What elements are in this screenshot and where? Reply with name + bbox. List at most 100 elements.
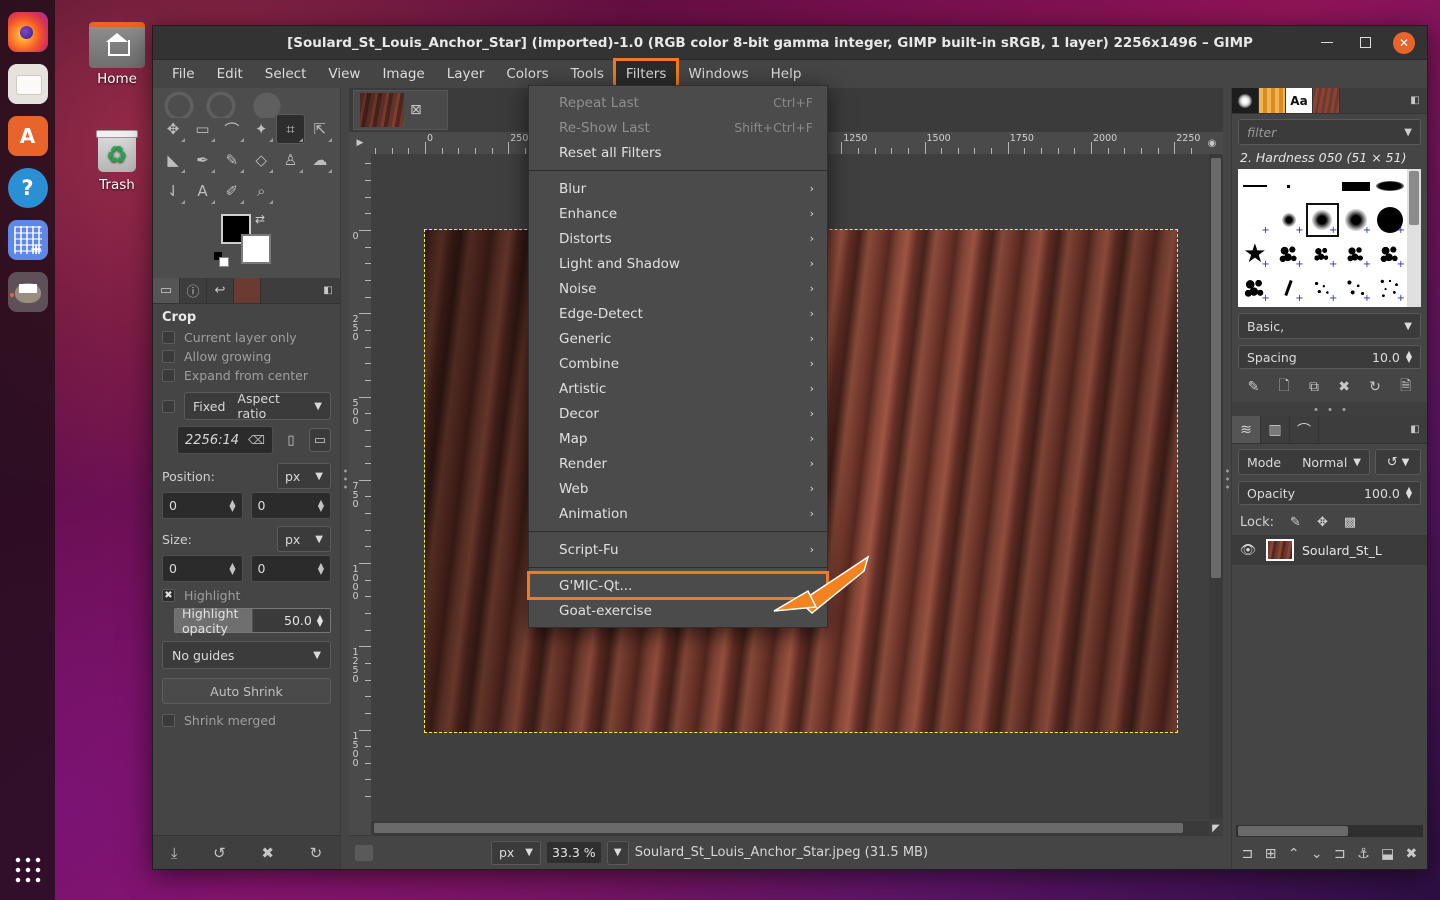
checkbox[interactable] bbox=[162, 369, 175, 382]
option-current-layer-only[interactable]: Current layer only bbox=[162, 330, 331, 345]
size-height-input[interactable]: 0 ▲ ▼ bbox=[250, 555, 331, 582]
menu-item-combine[interactable]: Combine › bbox=[529, 351, 827, 376]
ubuntu-dock[interactable] bbox=[0, 0, 55, 900]
dock-software-icon[interactable] bbox=[7, 116, 48, 156]
layer-lock-row[interactable]: Lock: ✎ ✥ ▩ bbox=[1240, 515, 1419, 530]
layers-dock-menu-icon[interactable]: ◧ bbox=[1403, 416, 1427, 443]
maximize-button[interactable] bbox=[1355, 33, 1375, 53]
menu-select[interactable]: Select bbox=[254, 60, 318, 88]
tool-grid[interactable]: ✥ ▭ ⌒ ✦ ⌗ ⇱ ◣ ✒ ✎ ◇ ♙ ☁ ⇃ A ✐ ⌕ bbox=[159, 114, 334, 206]
dock-separator[interactable] bbox=[1232, 402, 1427, 416]
brush-swatch[interactable]: + bbox=[1306, 237, 1340, 271]
layer-row[interactable]: 👁 Soulard_St_L bbox=[1232, 535, 1427, 565]
composite-mode-dropdown[interactable]: ↺ ▼ bbox=[1375, 449, 1421, 475]
menu-view[interactable]: View bbox=[317, 60, 371, 88]
duplicate-layer-icon[interactable]: ⊐ bbox=[1334, 846, 1346, 862]
size-unit-dropdown[interactable]: px ▼ bbox=[277, 526, 331, 552]
zoom-tool[interactable]: ⌕ bbox=[247, 176, 275, 206]
portrait-orientation-button[interactable]: ▯ bbox=[280, 428, 302, 452]
stepper-icon[interactable]: ▲ ▼ bbox=[229, 498, 235, 512]
vertical-ruler[interactable]: 0 250 500 750 1000 1250 1500 bbox=[349, 154, 371, 835]
aspect-ratio-row[interactable]: 2256:14 ⌫ ▯ ▭ bbox=[162, 426, 331, 454]
brush-swatch[interactable]: + bbox=[1339, 271, 1373, 305]
brush-swatch[interactable]: + bbox=[1272, 237, 1306, 271]
brush-swatch[interactable]: + bbox=[1272, 203, 1306, 237]
edit-brush-icon[interactable]: ✎ bbox=[1248, 379, 1260, 395]
quick-mask-button[interactable] bbox=[355, 844, 373, 861]
option-allow-growing[interactable]: Allow growing bbox=[162, 349, 331, 364]
delete-layer-icon[interactable]: ✖ bbox=[1406, 846, 1418, 862]
tab-channels[interactable]: ▥ bbox=[1261, 416, 1290, 443]
swap-colors-icon[interactable]: ⇄ bbox=[255, 212, 265, 226]
crop-tool[interactable]: ⌗ bbox=[276, 114, 305, 144]
dock-gimp-icon[interactable] bbox=[7, 272, 48, 312]
menu-item-generic[interactable]: Generic › bbox=[529, 326, 827, 351]
eye-icon[interactable]: 👁 bbox=[1238, 543, 1258, 558]
eraser-tool[interactable]: ◇ bbox=[247, 145, 275, 175]
stepper-icon[interactable]: ▲ ▼ bbox=[318, 561, 324, 575]
menu-item-render[interactable]: Render › bbox=[529, 451, 827, 476]
brush-swatch[interactable]: + bbox=[1373, 271, 1407, 305]
menu-filters[interactable]: Filters bbox=[612, 58, 680, 90]
aspect-ratio-input[interactable]: 2256:14 ⌫ bbox=[177, 426, 273, 454]
lock-position-icon[interactable]: ✥ bbox=[1317, 515, 1328, 530]
ink-tool[interactable]: ✒ bbox=[188, 145, 216, 175]
free-select-tool[interactable]: ⌒ bbox=[218, 114, 246, 144]
layer-mode-dropdown[interactable]: Mode Normal ▼ bbox=[1238, 449, 1370, 475]
layer-mode-row[interactable]: Mode Normal ▼ ↺ ▼ bbox=[1238, 449, 1421, 475]
tab-fonts[interactable]: Aa bbox=[1286, 88, 1313, 113]
lower-layer-icon[interactable]: ⌄ bbox=[1311, 846, 1323, 862]
paintbrush-tool[interactable]: ✎ bbox=[218, 145, 246, 175]
lock-pixels-icon[interactable]: ✎ bbox=[1290, 515, 1301, 530]
refresh-brushes-icon[interactable]: ↻ bbox=[1369, 379, 1381, 395]
menubar[interactable]: File Edit Select View Image Layer Colors Tools F… bbox=[153, 58, 1427, 90]
checkbox[interactable]: ✖ bbox=[162, 589, 175, 602]
option-fixed-row[interactable]: Fixed Aspect ratio ▼ bbox=[162, 391, 331, 421]
tab-layers[interactable]: ≋ bbox=[1232, 416, 1261, 443]
window-controls[interactable]: ✕ bbox=[1317, 31, 1427, 54]
delete-brush-icon[interactable]: ✖ bbox=[1338, 379, 1350, 395]
menu-tools[interactable]: Tools bbox=[560, 60, 615, 88]
brush-set-dropdown[interactable]: Basic, ▼ bbox=[1238, 313, 1421, 339]
color-area[interactable]: ⇄ bbox=[159, 212, 334, 270]
path-tool[interactable]: ⇃ bbox=[159, 176, 187, 206]
clone-tool[interactable]: ♙ bbox=[276, 145, 304, 175]
option-expand-from-center[interactable]: Expand from center bbox=[162, 368, 331, 383]
image-tab[interactable]: ⊠ bbox=[353, 90, 448, 130]
window-titlebar[interactable]: [Soulard_St_Louis_Anchor_Star] (imported… bbox=[153, 26, 1427, 60]
tab-document-history[interactable] bbox=[1313, 88, 1340, 113]
smudge-tool[interactable]: ☁ bbox=[306, 145, 334, 175]
guides-dropdown[interactable]: No guides ▼ bbox=[162, 641, 331, 669]
brush-spacing-slider[interactable]: Spacing 10.0 ▲ ▼ bbox=[1238, 345, 1421, 369]
brush-swatch[interactable]: ★ + bbox=[1238, 237, 1272, 271]
checkbox[interactable] bbox=[162, 350, 175, 363]
toolbox[interactable]: ✥ ▭ ⌒ ✦ ⌗ ⇱ ◣ ✒ ✎ ◇ ♙ ☁ ⇃ A ✐ ⌕ ⇄ bbox=[153, 88, 340, 278]
landscape-orientation-button[interactable]: ▭ bbox=[309, 428, 331, 452]
tab-tool-options[interactable]: ▭ bbox=[153, 278, 180, 303]
menu-item-edge-detect[interactable]: Edge-Detect › bbox=[529, 301, 827, 326]
checkbox[interactable] bbox=[162, 714, 175, 727]
zoom-level-input[interactable]: 33.3 % bbox=[547, 842, 601, 863]
zoom-dropdown-icon[interactable]: ▼ bbox=[606, 840, 629, 865]
transform-tool[interactable]: ⇱ bbox=[306, 114, 334, 144]
show-applications-icon[interactable] bbox=[14, 856, 42, 884]
tab-device-status[interactable]: ⓘ bbox=[180, 278, 207, 303]
menu-item-web[interactable]: Web › bbox=[529, 476, 827, 501]
anchor-layer-icon[interactable]: ⚓ bbox=[1357, 846, 1370, 862]
move-tool[interactable]: ✥ bbox=[159, 114, 187, 144]
dock-help-icon[interactable] bbox=[7, 168, 48, 208]
menu-item-reset-all-filters[interactable]: Reset all Filters bbox=[529, 140, 827, 165]
open-brush-as-image-icon[interactable]: 🗎 bbox=[1400, 375, 1411, 399]
navigation-preview-icon[interactable]: ◤ bbox=[1209, 821, 1223, 835]
highlight-opacity-slider[interactable]: Highlight opacity 50.0 ▲ ▼ bbox=[174, 606, 331, 636]
tab-brushes[interactable] bbox=[1232, 88, 1259, 113]
brush-swatch[interactable]: + bbox=[1339, 203, 1373, 237]
rectangle-select-tool[interactable]: ▭ bbox=[188, 114, 216, 144]
position-x-input[interactable]: 0 ▲ ▼ bbox=[162, 492, 243, 519]
auto-shrink-button[interactable]: Auto Shrink bbox=[162, 678, 331, 704]
position-y-input[interactable]: 0 ▲ ▼ bbox=[250, 492, 331, 519]
text-tool[interactable]: A bbox=[188, 176, 216, 206]
fixed-mode-dropdown[interactable]: Fixed Aspect ratio ▼ bbox=[184, 391, 331, 421]
menu-help[interactable]: Help bbox=[760, 60, 813, 88]
layer-list[interactable]: 👁 Soulard_St_L bbox=[1232, 535, 1427, 825]
